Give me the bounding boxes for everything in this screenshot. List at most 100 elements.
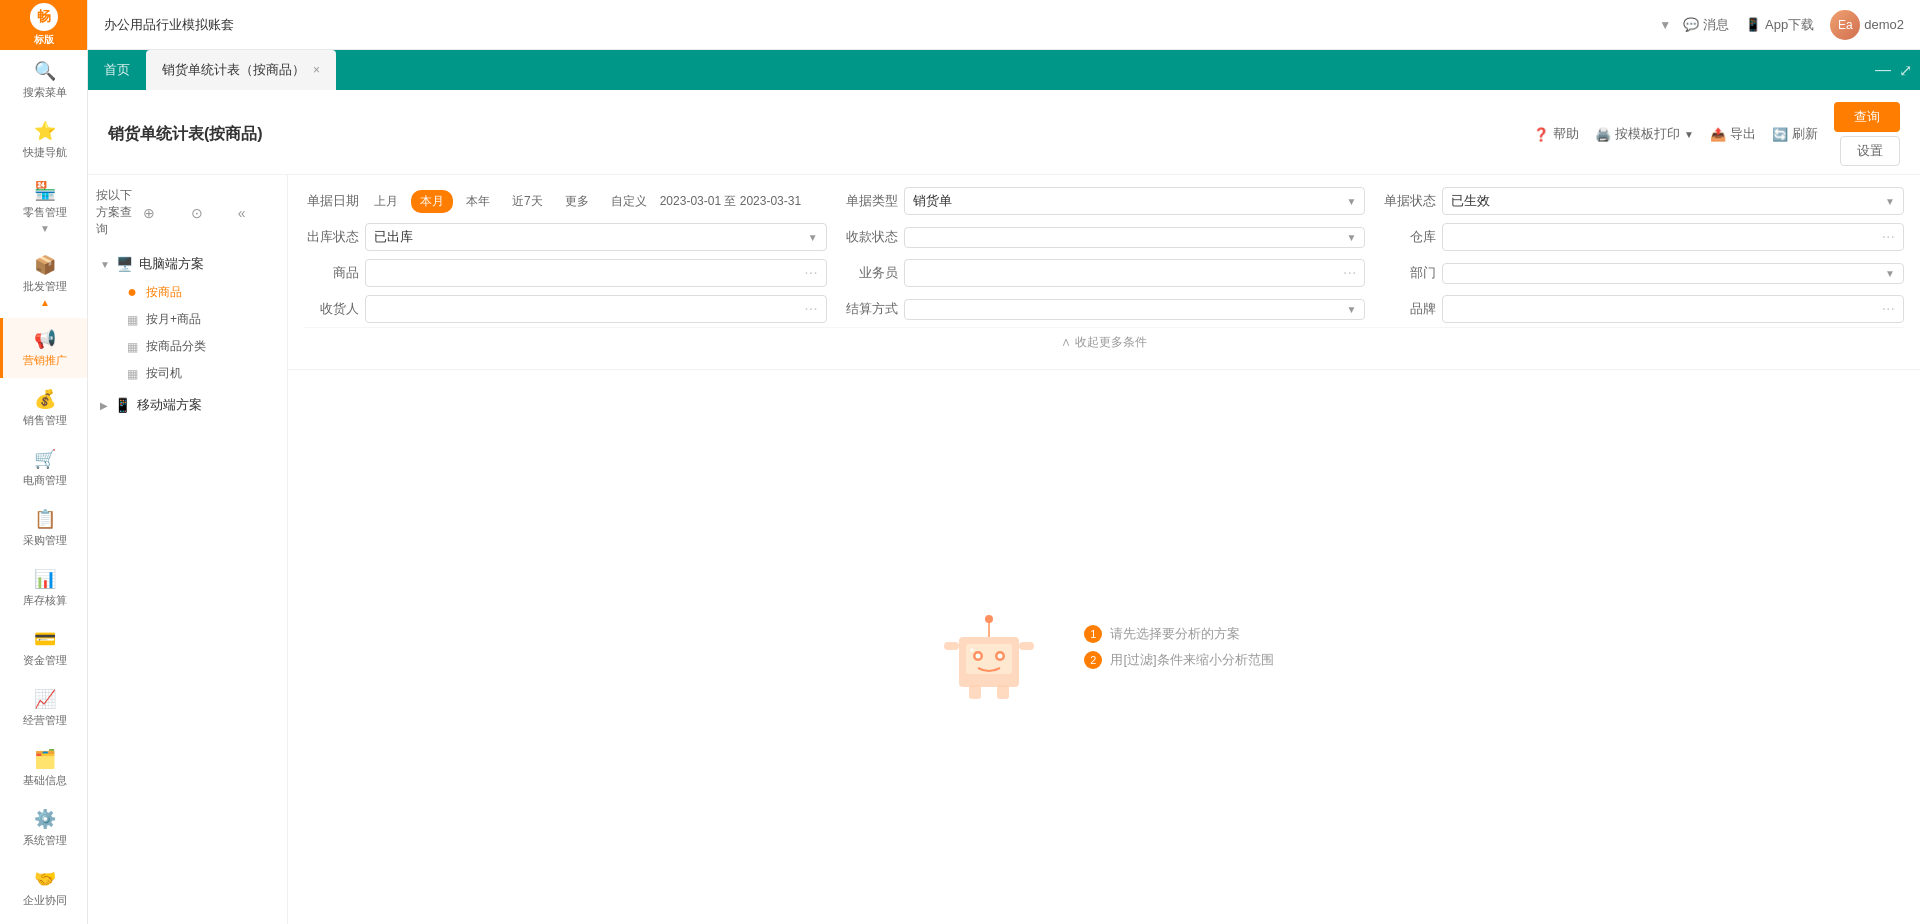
sidebar-item-ecommerce[interactable]: 🛒 电商管理 [0, 438, 87, 498]
panel-edit-btn[interactable]: ⊙ [191, 205, 232, 221]
tree-mobile-section[interactable]: ▶ 📱 移动端方案 [96, 391, 279, 419]
date-tag-custom[interactable]: 自定义 [602, 190, 656, 213]
template-print-action[interactable]: 🖨️ 按模板打印 ▼ [1595, 125, 1694, 143]
date-tag-this-year[interactable]: 本年 [457, 190, 499, 213]
sidebar-item-search[interactable]: 🔍 搜索菜单 [0, 50, 87, 110]
settings-button[interactable]: 设置 [1840, 136, 1900, 166]
sidebar-item-marketing[interactable]: 📢 营销推广 [0, 318, 87, 378]
topbar-actions: 💬 消息 📱 App下载 Ea demo2 [1683, 10, 1904, 40]
user-avatar: Ea [1830, 10, 1860, 40]
panel-add-btn[interactable]: ⊕ [143, 205, 184, 221]
doc-status-select[interactable]: 已生效 ▼ [1442, 187, 1904, 215]
sidebar-nav: 🔍 搜索菜单 ⭐ 快捷导航 🏪 零售管理 ▼ 📦 批发管理 ▲ 📢 营销推广 💰… [0, 50, 87, 924]
tab-current[interactable]: 销货单统计表（按商品） × [146, 50, 336, 90]
sidebar-item-wholesale[interactable]: 📦 批发管理 ▲ [0, 244, 87, 318]
tab-close-btn[interactable]: × [313, 63, 320, 77]
tabbar-maximize-icon[interactable]: ⤢ [1899, 61, 1912, 80]
desktop-label: 电脑端方案 [139, 255, 204, 273]
help-label: 帮助 [1553, 125, 1579, 143]
doc-type-select[interactable]: 销货单 ▼ [904, 187, 1366, 215]
sidebar-item-search-label: 搜索菜单 [23, 85, 67, 100]
receiver-label: 收货人 [304, 300, 359, 318]
salesperson-cell: 业务员 ··· [843, 259, 1366, 287]
main-area: 办公用品行业模拟账套 ▼ 💬 消息 📱 App下载 Ea demo2 首页 [88, 0, 1920, 924]
date-tag-more[interactable]: 更多 [556, 190, 598, 213]
tab-current-label: 销货单统计表（按商品） [162, 61, 305, 79]
tabbar-minimize-icon[interactable]: — [1875, 61, 1891, 80]
brand-dots[interactable]: ··· [1882, 300, 1895, 318]
filter-row-3: 商品 ··· 业务员 ··· [304, 259, 1904, 287]
user-action[interactable]: Ea demo2 [1830, 10, 1904, 40]
department-cell: 部门 ▼ [1381, 263, 1904, 284]
receiver-select[interactable]: ··· [365, 295, 827, 323]
settlement-label: 结算方式 [843, 300, 898, 318]
avatar-text: Ea [1838, 18, 1853, 32]
sidebar-item-quicknav-label: 快捷导航 [23, 145, 67, 160]
sidebar-item-operations-label: 经营管理 [23, 713, 67, 728]
page-header: 销货单统计表(按商品) ❓ 帮助 🖨️ 按模板打印 ▼ 📤 导出 [88, 90, 1920, 175]
out-status-select[interactable]: 已出库 ▼ [365, 223, 827, 251]
salesperson-select[interactable]: ··· [904, 259, 1366, 287]
tree-item-by-driver[interactable]: ▦ 按司机 [104, 360, 279, 387]
date-tag-this-month[interactable]: 本月 [411, 190, 453, 213]
sidebar-item-finance[interactable]: 💳 资金管理 [0, 618, 87, 678]
help-action[interactable]: ❓ 帮助 [1533, 125, 1579, 143]
sidebar-item-retail[interactable]: 🏪 零售管理 ▼ [0, 170, 87, 244]
tabbar-end: — ⤢ [1875, 61, 1920, 80]
tab-home[interactable]: 首页 [88, 50, 146, 90]
sidebar-item-ecommerce-label: 电商管理 [23, 473, 67, 488]
message-label: 消息 [1703, 16, 1729, 34]
settlement-select[interactable]: ▼ [904, 299, 1366, 320]
warehouse-select[interactable]: ··· [1442, 223, 1904, 251]
system-icon: ⚙️ [34, 808, 56, 830]
department-select[interactable]: ▼ [1442, 263, 1904, 284]
salesperson-dots[interactable]: ··· [1343, 264, 1356, 282]
product-dots[interactable]: ··· [804, 264, 817, 282]
export-action[interactable]: 📤 导出 [1710, 125, 1756, 143]
sidebar-item-guide[interactable]: 🌟 新手引导 [0, 918, 87, 924]
panel-collapse-btn[interactable]: « [238, 205, 279, 221]
svg-rect-8 [944, 642, 959, 650]
industry-title: 办公用品行业模拟账套 [104, 16, 1647, 34]
message-action[interactable]: 💬 消息 [1683, 16, 1729, 34]
sidebar-item-enterprise[interactable]: 🤝 企业协同 [0, 858, 87, 918]
tree-desktop-section[interactable]: ▼ 🖥️ 电脑端方案 [96, 250, 279, 278]
sidebar-item-quicknav[interactable]: ⭐ 快捷导航 [0, 110, 87, 170]
purchase-icon: 📋 [34, 508, 56, 530]
empty-step-1: 1 请先选择要分析的方案 [1084, 625, 1273, 643]
mobile-label: 移动端方案 [137, 396, 202, 414]
industry-dropdown[interactable]: ▼ [1659, 18, 1671, 32]
product-select[interactable]: ··· [365, 259, 827, 287]
receiver-dots[interactable]: ··· [804, 300, 817, 318]
pay-status-select[interactable]: ▼ [904, 227, 1366, 248]
date-tag-last-month[interactable]: 上月 [365, 190, 407, 213]
brand-select[interactable]: ··· [1442, 295, 1904, 323]
filter-row-2: 出库状态 已出库 ▼ 收款状态 ▼ [304, 223, 1904, 251]
sidebar-item-system-label: 系统管理 [23, 833, 67, 848]
tree-item-by-product[interactable]: ● 按商品 [104, 278, 279, 306]
collapse-bar[interactable]: ∧ 收起更多条件 [304, 327, 1904, 357]
product-cell: 商品 ··· [304, 259, 827, 287]
tree-item-by-month-product[interactable]: ▦ 按月+商品 [104, 306, 279, 333]
sidebar-item-sales[interactable]: 💰 销售管理 [0, 378, 87, 438]
sidebar-item-system[interactable]: ⚙️ 系统管理 [0, 798, 87, 858]
download-action[interactable]: 📱 App下载 [1745, 16, 1814, 34]
date-range: 2023-03-01 至 2023-03-31 [660, 193, 801, 210]
brand-label: 品牌 [1381, 300, 1436, 318]
sidebar-item-operations[interactable]: 📈 经营管理 [0, 678, 87, 738]
refresh-action[interactable]: 🔄 刷新 [1772, 125, 1818, 143]
content-area: 销货单统计表(按商品) ❓ 帮助 🖨️ 按模板打印 ▼ 📤 导出 [88, 90, 1920, 924]
tree-item-by-category[interactable]: ▦ 按商品分类 [104, 333, 279, 360]
brand-cell: 品牌 ··· [1381, 295, 1904, 323]
tab-home-label: 首页 [104, 61, 130, 79]
sidebar-item-inventory[interactable]: 📊 库存核算 [0, 558, 87, 618]
svg-point-5 [998, 654, 1003, 659]
mobile-icon: 📱 [114, 397, 131, 413]
sidebar-item-purchase[interactable]: 📋 采购管理 [0, 498, 87, 558]
sidebar-item-basic[interactable]: 🗂️ 基础信息 [0, 738, 87, 798]
query-button[interactable]: 查询 [1834, 102, 1900, 132]
tabbar: 首页 销货单统计表（按商品） × — ⤢ [88, 50, 1920, 90]
warehouse-dots[interactable]: ··· [1882, 228, 1895, 246]
date-tag-7days[interactable]: 近7天 [503, 190, 552, 213]
empty-state: 1 请先选择要分析的方案 2 用[过滤]条件来缩小分析范围 [288, 370, 1920, 924]
